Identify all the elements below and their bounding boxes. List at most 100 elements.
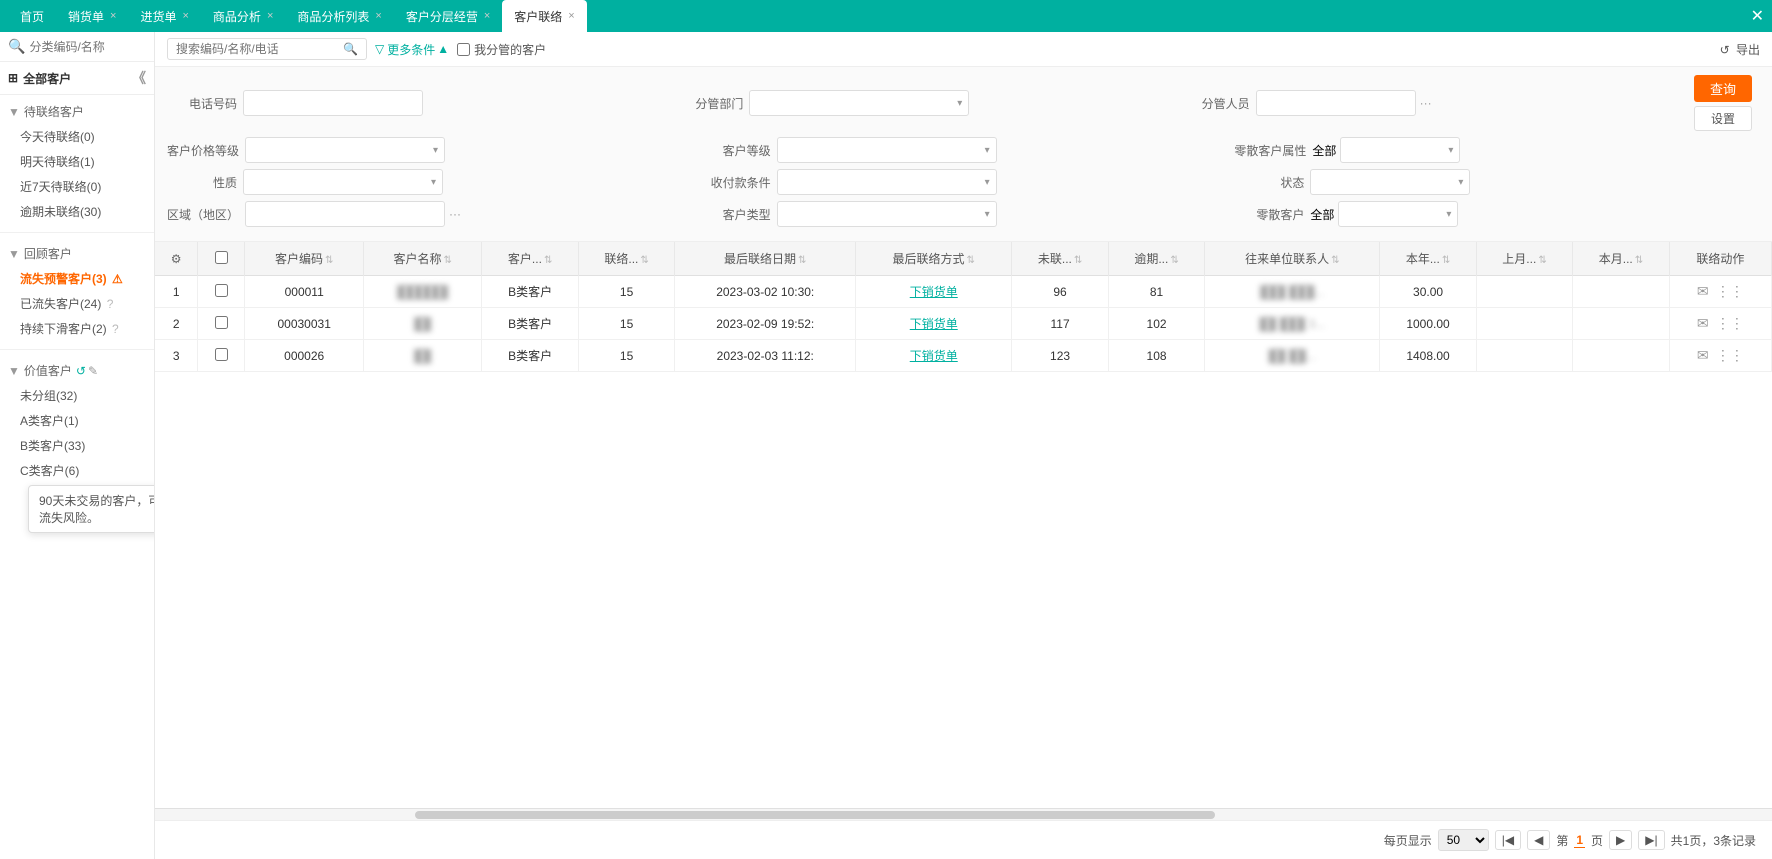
select-all-checkbox[interactable] <box>215 251 228 264</box>
edit-icon[interactable]: ✎ <box>88 364 98 378</box>
my-customers-check[interactable] <box>457 43 470 56</box>
row3-last-method[interactable]: 下销货单 <box>856 340 1012 372</box>
close-icon[interactable]: × <box>375 10 381 22</box>
sort-icon-3[interactable]: ⇅ <box>544 255 552 266</box>
sidebar-search-input[interactable] <box>29 40 146 54</box>
sort-icon-5[interactable]: ⇅ <box>798 255 806 266</box>
manager-select[interactable] <box>1256 90 1416 116</box>
first-page-btn[interactable]: |◀ <box>1495 830 1521 850</box>
action-email-3[interactable]: ✉ <box>1697 347 1709 363</box>
query-button[interactable]: 查询 <box>1694 75 1752 102</box>
tab-customer-segment[interactable]: 客户分层经营 × <box>394 0 502 32</box>
filter-field-price-level: 客户价格等级 ▾ <box>167 137 693 163</box>
export-button[interactable]: ↺ 导出 <box>1720 41 1760 58</box>
sort-icon-12[interactable]: ⇅ <box>1635 255 1643 266</box>
sidebar-item-7days[interactable]: 近7天待联络(0) <box>0 174 154 199</box>
payment-select[interactable]: ▾ <box>777 169 997 195</box>
row-checkbox-1[interactable] <box>215 284 228 297</box>
gender-select[interactable]: ▾ <box>243 169 443 195</box>
sidebar-group-title-review[interactable]: ▼ 回顾客户 <box>0 241 154 266</box>
sidebar-item-churned[interactable]: 已流失客户(24) ? <box>0 291 154 316</box>
row3-checkbox[interactable] <box>198 340 245 372</box>
row-checkbox-3[interactable] <box>215 348 228 361</box>
sidebar-item-ungroup[interactable]: 未分组(32) <box>0 383 154 408</box>
collapse-icon[interactable]: 《 <box>132 68 146 88</box>
action-more-1[interactable]: ⋮⋮ <box>1716 283 1744 299</box>
per-page-select[interactable]: 50 20 100 <box>1438 829 1489 851</box>
region-dots-icon[interactable]: ··· <box>449 207 461 221</box>
close-icon[interactable]: × <box>110 10 116 22</box>
customer-level-select[interactable]: ▾ <box>777 137 997 163</box>
zero-customer-select[interactable]: ▾ <box>1338 201 1458 227</box>
tab-product-analysis[interactable]: 商品分析 × <box>201 0 285 32</box>
tab-product-list[interactable]: 商品分析列表 × <box>285 0 393 32</box>
action-more-3[interactable]: ⋮⋮ <box>1716 347 1744 363</box>
sidebar-group-title-value[interactable]: ▼ 价值客户 ↺ ✎ <box>0 358 154 383</box>
row1-last-method[interactable]: 下销货单 <box>856 276 1012 308</box>
more-dots-icon[interactable]: ··· <box>1420 96 1432 110</box>
row3-actions: ✉ ⋮⋮ <box>1669 340 1771 372</box>
row2-checkbox[interactable] <box>198 308 245 340</box>
region-label: 区域（地区） <box>167 206 239 223</box>
tab-sales[interactable]: 销货单 × <box>56 0 128 32</box>
chevron-down-icon-7: ▾ <box>1458 177 1463 188</box>
settings-button[interactable]: 设置 <box>1694 106 1752 131</box>
filter-bar: 🔍 ▽ 更多条件 ▲ 我分管的客户 ↺ 导出 <box>155 32 1772 67</box>
customer-type-select[interactable]: ▾ <box>777 201 997 227</box>
close-icon[interactable]: × <box>484 10 490 22</box>
tab-customer-contact[interactable]: 客户联络 × <box>502 0 586 32</box>
refresh-icon[interactable]: ↺ <box>76 364 86 378</box>
settings-icon[interactable]: ⚙ <box>171 252 182 266</box>
close-icon[interactable]: × <box>267 10 273 22</box>
next-page-btn[interactable]: ▶ <box>1609 830 1632 850</box>
action-email-1[interactable]: ✉ <box>1697 283 1709 299</box>
sort-icon-9[interactable]: ⇅ <box>1331 255 1339 266</box>
phone-input[interactable] <box>243 90 423 116</box>
action-email-2[interactable]: ✉ <box>1697 315 1709 331</box>
window-close[interactable]: ✕ <box>1751 6 1764 26</box>
horizontal-scrollbar[interactable] <box>155 808 1772 820</box>
close-icon[interactable]: × <box>568 10 574 22</box>
tab-purchase[interactable]: 进货单 × <box>128 0 200 32</box>
close-icon[interactable]: × <box>182 10 188 22</box>
status-select[interactable]: ▾ <box>1310 169 1470 195</box>
filter-search-icon[interactable]: 🔍 <box>343 42 358 56</box>
filter-search-input[interactable] <box>176 42 339 56</box>
sidebar-item-class-a[interactable]: A类客户(1) <box>0 408 154 433</box>
sort-icon-4[interactable]: ⇅ <box>640 255 648 266</box>
sidebar-item-churn-warning[interactable]: 流失预警客户(3) ⚠ <box>0 266 154 291</box>
row2-code: 00030031 <box>245 308 363 340</box>
row1-checkbox[interactable] <box>198 276 245 308</box>
th-checkbox[interactable] <box>198 242 245 276</box>
price-level-select[interactable]: ▾ <box>245 137 445 163</box>
sort-icon[interactable]: ⇅ <box>325 255 333 266</box>
zero-attr-select[interactable]: ▾ <box>1340 137 1460 163</box>
sidebar-group-title-pending[interactable]: ▼ 待联络客户 <box>0 99 154 124</box>
scrollbar-thumb[interactable] <box>415 811 1215 819</box>
prev-page-btn[interactable]: ◀ <box>1527 830 1550 850</box>
last-page-btn[interactable]: ▶| <box>1638 830 1664 850</box>
th-settings[interactable]: ⚙ <box>155 242 198 276</box>
sort-icon-6[interactable]: ⇅ <box>967 255 975 266</box>
sidebar-item-declining[interactable]: 持续下滑客户(2) ? <box>0 316 154 341</box>
sort-icon-8[interactable]: ⇅ <box>1170 255 1178 266</box>
my-customers-checkbox[interactable]: 我分管的客户 <box>457 41 546 58</box>
sidebar-item-class-c[interactable]: C类客户(6) <box>0 458 154 483</box>
sidebar-item-tomorrow[interactable]: 明天待联络(1) <box>0 149 154 174</box>
sidebar-all-customers[interactable]: ⊞ 全部客户 《 <box>0 62 154 95</box>
sort-icon-10[interactable]: ⇅ <box>1442 255 1450 266</box>
row-checkbox-2[interactable] <box>215 316 228 329</box>
th-last-month: 上月...⇅ <box>1476 242 1572 276</box>
region-input[interactable] <box>245 201 445 227</box>
more-conditions-btn[interactable]: ▽ 更多条件 ▲ <box>375 41 449 58</box>
sort-icon-2[interactable]: ⇅ <box>443 255 451 266</box>
sort-icon-11[interactable]: ⇅ <box>1538 255 1546 266</box>
dept-select[interactable]: ▾ <box>749 90 969 116</box>
tab-home[interactable]: 首页 <box>8 0 56 32</box>
sidebar-item-overdue[interactable]: 逾期未联络(30) <box>0 199 154 224</box>
sort-icon-7[interactable]: ⇅ <box>1074 255 1082 266</box>
sidebar-item-today[interactable]: 今天待联络(0) <box>0 124 154 149</box>
row2-last-method[interactable]: 下销货单 <box>856 308 1012 340</box>
action-more-2[interactable]: ⋮⋮ <box>1716 315 1744 331</box>
sidebar-item-class-b[interactable]: B类客户(33) <box>0 433 154 458</box>
